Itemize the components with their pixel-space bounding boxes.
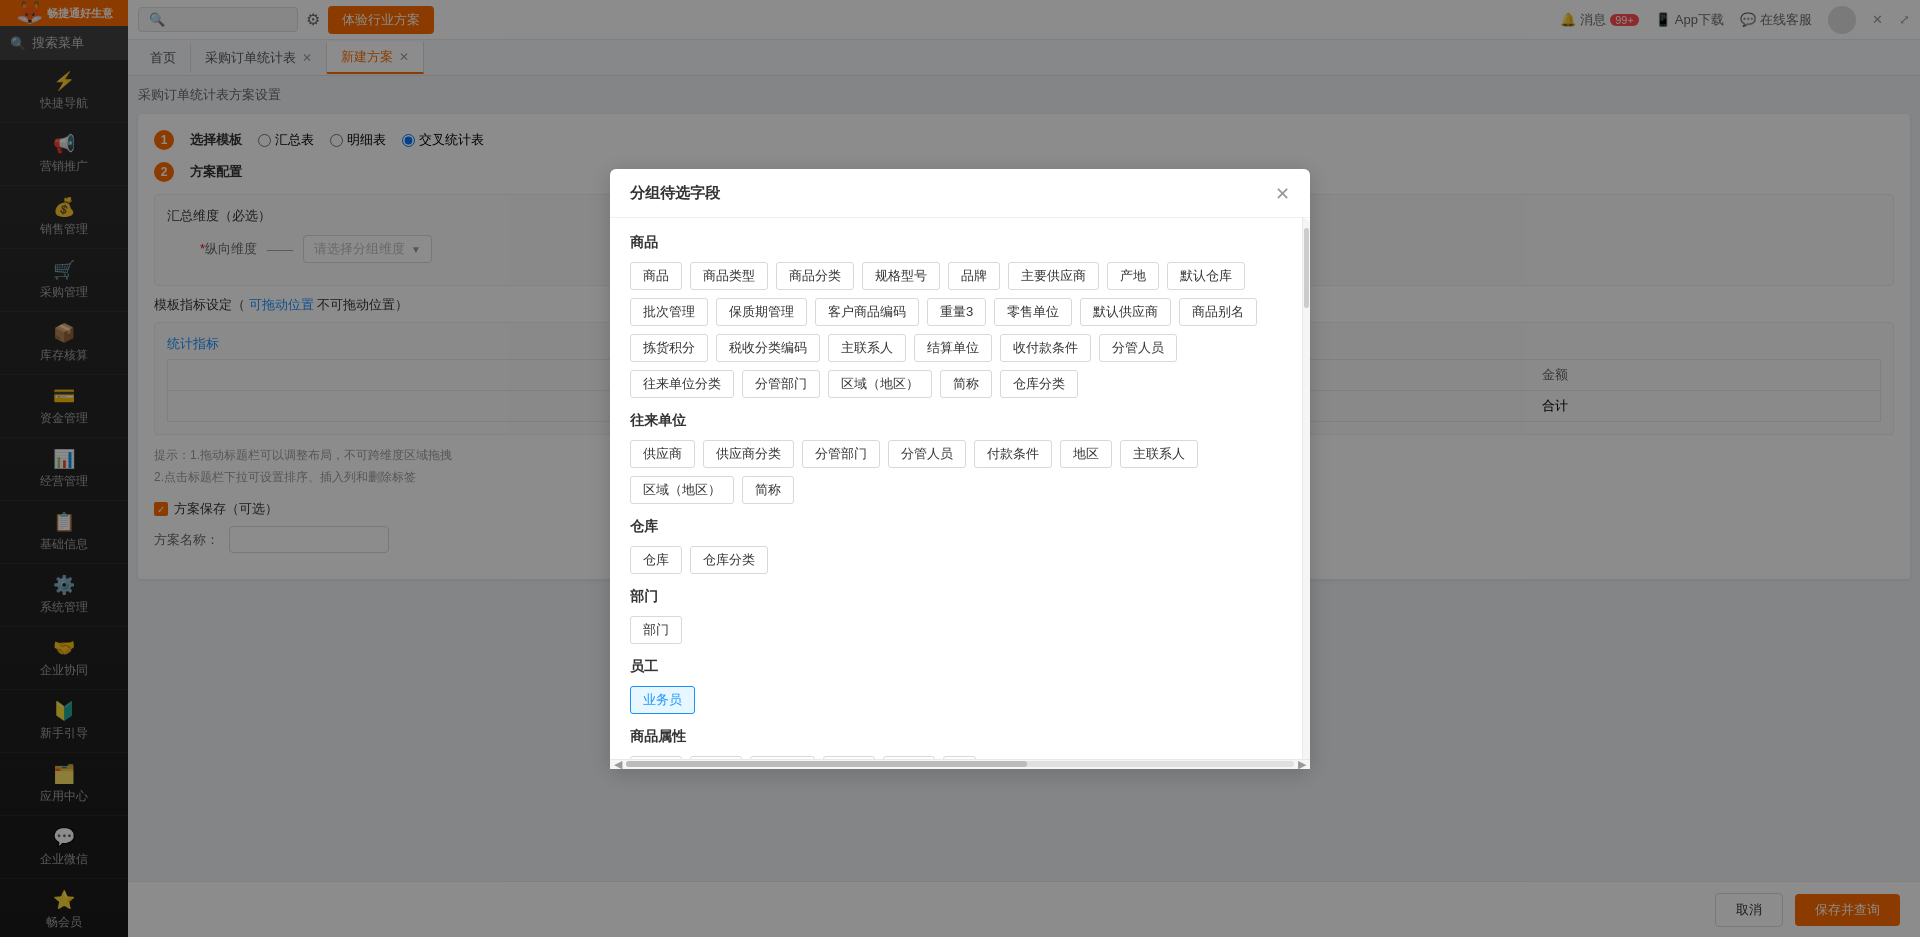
tag-pick-points[interactable]: 拣货积分 xyxy=(630,334,708,362)
tag-payment-terms[interactable]: 收付款条件 xyxy=(1000,334,1091,362)
tag-expiry-mgmt[interactable]: 保质期管理 xyxy=(716,298,807,326)
section-title-dept: 部门 xyxy=(630,588,1282,606)
tag-brand[interactable]: 品牌 xyxy=(948,262,1000,290)
scrollbar-track xyxy=(626,761,1294,767)
modal-close-button[interactable]: ✕ xyxy=(1275,183,1290,205)
modal-scrollbar-right[interactable] xyxy=(1302,218,1310,759)
tag-warehouse-cat[interactable]: 仓库分类 xyxy=(690,546,768,574)
section-title-attrs: 商品属性 xyxy=(630,728,1282,746)
tag-batch-mgmt[interactable]: 批次管理 xyxy=(630,298,708,326)
tag-supervisor[interactable]: 分管人员 xyxy=(1099,334,1177,362)
modal-title: 分组待选字段 xyxy=(630,184,720,203)
tag-abbr-partner[interactable]: 简称 xyxy=(742,476,794,504)
tag-goods-type[interactable]: 商品类型 xyxy=(690,262,768,290)
goods-tags: 商品 商品类型 商品分类 规格型号 品牌 主要供应商 产地 默认仓库 批次管理 … xyxy=(630,262,1282,398)
tag-dept-mgmt[interactable]: 分管部门 xyxy=(742,370,820,398)
tag-payment-cond[interactable]: 付款条件 xyxy=(974,440,1052,468)
warehouse-tags: 仓库 仓库分类 xyxy=(630,546,1282,574)
tag-warehouse[interactable]: 仓库 xyxy=(630,546,682,574)
modal-body: 商品 商品 商品类型 商品分类 规格型号 品牌 主要供应商 产地 默认仓库 批次… xyxy=(610,218,1302,759)
tag-staff-partner[interactable]: 分管人员 xyxy=(888,440,966,468)
staff-tags: 业务员 xyxy=(630,686,1282,714)
dept-tags: 部门 xyxy=(630,616,1282,644)
tag-settlement-unit[interactable]: 结算单位 xyxy=(914,334,992,362)
section-title-staff: 员工 xyxy=(630,658,1282,676)
tag-salesperson[interactable]: 业务员 xyxy=(630,686,695,714)
tag-region-partner[interactable]: 地区 xyxy=(1060,440,1112,468)
modal: 分组待选字段 ✕ 商品 商品 商品类型 商品分类 规格型号 品牌 主要供应商 产… xyxy=(610,169,1310,769)
section-title-goods: 商品 xyxy=(630,234,1282,252)
tag-default-warehouse[interactable]: 默认仓库 xyxy=(1167,262,1245,290)
tag-main-contact[interactable]: 主联系人 xyxy=(828,334,906,362)
tag-region-goods[interactable]: 区域（地区） xyxy=(828,370,932,398)
tag-main-supplier[interactable]: 主要供应商 xyxy=(1008,262,1099,290)
tag-customer-code[interactable]: 客户商品编码 xyxy=(815,298,919,326)
tag-region2-partner[interactable]: 区域（地区） xyxy=(630,476,734,504)
modal-horizontal-scrollbar[interactable]: ◀ ▶ xyxy=(610,759,1310,769)
scroll-left-icon[interactable]: ◀ xyxy=(614,758,622,771)
scroll-right-icon[interactable]: ▶ xyxy=(1298,758,1306,771)
section-title-partners: 往来单位 xyxy=(630,412,1282,430)
tag-dept-partner[interactable]: 分管部门 xyxy=(802,440,880,468)
tag-origin[interactable]: 产地 xyxy=(1107,262,1159,290)
tag-weight3[interactable]: 重量3 xyxy=(927,298,986,326)
tag-dept[interactable]: 部门 xyxy=(630,616,682,644)
tag-default-supplier[interactable]: 默认供应商 xyxy=(1080,298,1171,326)
partners-tags: 供应商 供应商分类 分管部门 分管人员 付款条件 地区 主联系人 区域（地区） … xyxy=(630,440,1282,504)
tag-spec-model[interactable]: 规格型号 xyxy=(862,262,940,290)
tag-goods-category[interactable]: 商品分类 xyxy=(776,262,854,290)
tag-tax-code[interactable]: 税收分类编码 xyxy=(716,334,820,362)
tag-abbr-goods[interactable]: 简称 xyxy=(940,370,992,398)
modal-header: 分组待选字段 ✕ xyxy=(610,169,1310,218)
tag-supplier-category[interactable]: 供应商分类 xyxy=(703,440,794,468)
tag-goods-alias[interactable]: 商品别名 xyxy=(1179,298,1257,326)
modal-content-wrapper: 商品 商品 商品类型 商品分类 规格型号 品牌 主要供应商 产地 默认仓库 批次… xyxy=(610,218,1310,759)
scrollbar-thumb xyxy=(1304,228,1309,308)
tag-partner-category[interactable]: 往来单位分类 xyxy=(630,370,734,398)
tag-warehouse-category[interactable]: 仓库分类 xyxy=(1000,370,1078,398)
section-title-warehouse: 仓库 xyxy=(630,518,1282,536)
scrollbar-thumb-h xyxy=(626,761,1027,767)
tag-retail-unit[interactable]: 零售单位 xyxy=(994,298,1072,326)
tag-goods[interactable]: 商品 xyxy=(630,262,682,290)
tag-contact-partner[interactable]: 主联系人 xyxy=(1120,440,1198,468)
tag-supplier[interactable]: 供应商 xyxy=(630,440,695,468)
